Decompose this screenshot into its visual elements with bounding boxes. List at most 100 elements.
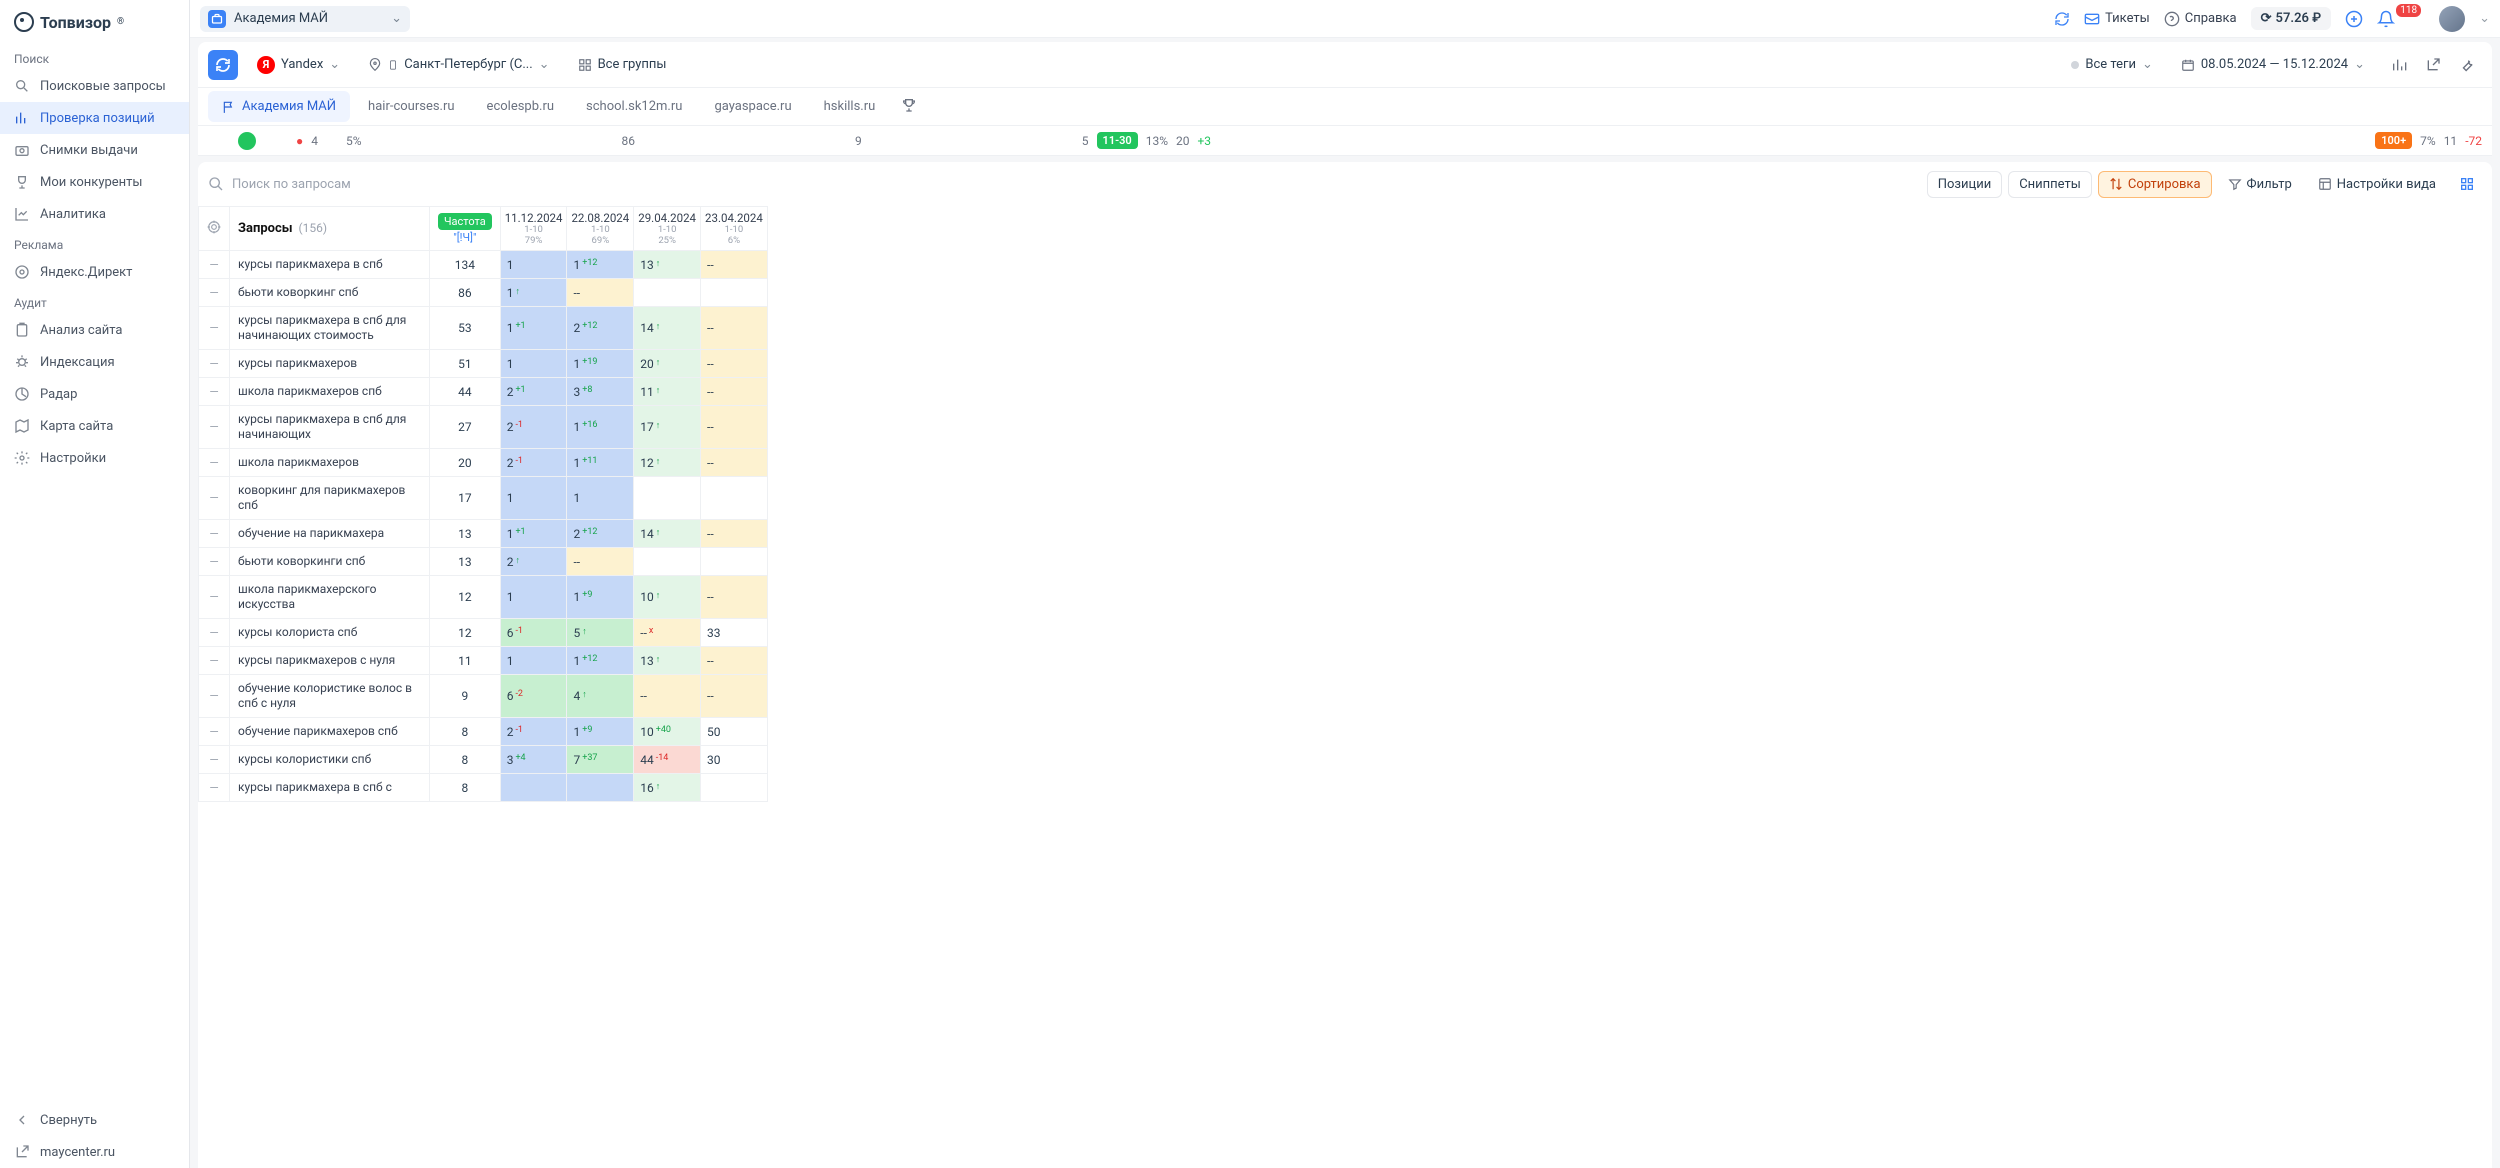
position-cell: 1 <box>500 647 567 675</box>
table-row[interactable]: —бьюти коворкинги спб132↑-- <box>199 548 768 576</box>
snippets-tab[interactable]: Сниппеты <box>2008 171 2092 198</box>
row-handle[interactable]: — <box>199 378 230 406</box>
chart-icon[interactable] <box>2384 50 2414 80</box>
row-handle[interactable]: — <box>199 576 230 619</box>
sort-button[interactable]: Сортировка <box>2098 171 2212 198</box>
nav-item[interactable]: Настройки <box>0 442 189 474</box>
engine-selector[interactable]: ЯYandex⌄ <box>248 51 349 79</box>
row-handle[interactable]: — <box>199 718 230 746</box>
notifications[interactable]: 118 <box>2377 10 2425 28</box>
wrench-icon[interactable] <box>2452 50 2482 80</box>
positions-tab[interactable]: Позиции <box>1927 171 2003 198</box>
col-frequency[interactable]: Частота"[!Ч]" <box>430 207 501 251</box>
target-icon[interactable] <box>199 207 230 251</box>
competitor-tab[interactable]: school.sk12m.ru <box>572 91 696 122</box>
freq-cell: 9 <box>430 675 501 718</box>
competitor-tab[interactable]: ecolespb.ru <box>473 91 568 122</box>
help-link[interactable]: Справка <box>2164 11 2237 27</box>
table-toolbar: Поиск по запросам Позиции Сниппеты Сорти… <box>198 162 2492 206</box>
row-handle[interactable]: — <box>199 774 230 802</box>
table-row[interactable]: —курсы колориста спб126-15↑--x33 <box>199 619 768 647</box>
row-handle[interactable]: — <box>199 548 230 576</box>
nav-item[interactable]: Анализ сайта <box>0 314 189 346</box>
nav-item[interactable]: Радар <box>0 378 189 410</box>
competitor-tab[interactable]: Академия МАЙ <box>208 91 350 122</box>
row-handle[interactable]: — <box>199 406 230 449</box>
groups-selector[interactable]: Все группы <box>569 52 676 77</box>
position-cell: -- <box>701 251 768 279</box>
row-handle[interactable]: — <box>199 477 230 520</box>
tags-selector[interactable]: Все теги⌄ <box>2062 52 2162 77</box>
table-row[interactable]: —обучение колористике волос в спб с нуля… <box>199 675 768 718</box>
nav-item[interactable]: Снимки выдачи <box>0 134 189 166</box>
refresh-button[interactable] <box>208 50 238 80</box>
view-settings[interactable]: Настройки вида <box>2308 172 2446 197</box>
tickets-link[interactable]: Тикеты <box>2084 11 2150 27</box>
table-row[interactable]: —обучение на парикмахера131+12+1214↑-- <box>199 520 768 548</box>
nav-item[interactable]: Поисковые запросы <box>0 70 189 102</box>
row-handle[interactable]: — <box>199 350 230 378</box>
position-cell <box>701 477 768 520</box>
nav-item[interactable]: Проверка позиций <box>0 102 189 134</box>
row-handle[interactable]: — <box>199 307 230 350</box>
table-row[interactable]: —курсы парикмахера в спб для начинающих2… <box>199 406 768 449</box>
export-icon[interactable] <box>2418 50 2448 80</box>
row-handle[interactable]: — <box>199 520 230 548</box>
table-row[interactable]: —курсы парикмахеров с нуля1111+1213↑-- <box>199 647 768 675</box>
row-handle[interactable]: — <box>199 279 230 307</box>
query-cell: школа парикмахерского искусства <box>230 576 430 619</box>
logo[interactable]: Топвизор® <box>0 0 189 44</box>
nav-item[interactable]: Карта сайта <box>0 410 189 442</box>
col-date-0[interactable]: 11.12.20241-1079% <box>500 207 567 251</box>
nav-footer-item[interactable]: Свернуть <box>0 1104 189 1136</box>
region-selector[interactable]: Санкт-Петербург (С...⌄ <box>359 52 558 77</box>
competitor-tab[interactable]: gayaspace.ru <box>700 91 805 122</box>
col-date-3[interactable]: 23.04.20241-106% <box>701 207 768 251</box>
table-row[interactable]: —курсы парикмахера в спб13411+1213↑-- <box>199 251 768 279</box>
row-handle[interactable]: — <box>199 746 230 774</box>
table-row[interactable]: —школа парикмахеров202-11+1112↑-- <box>199 449 768 477</box>
table-row[interactable]: —школа парикмахерского искусства1211+910… <box>199 576 768 619</box>
table-row[interactable]: —обучение парикмахеров спб82-11+910+4050 <box>199 718 768 746</box>
col-queries[interactable]: Запросы(156) <box>230 207 430 251</box>
search-input[interactable]: Поиск по запросам <box>208 176 1917 192</box>
balance[interactable]: ⟳ 57.26 ₽ <box>2251 7 2332 30</box>
table-row[interactable]: —курсы парикмахера в спб с816↑ <box>199 774 768 802</box>
expand-icon[interactable] <box>2452 169 2482 199</box>
avatar[interactable] <box>2439 6 2465 32</box>
position-cell <box>500 774 567 802</box>
arrow-down-icon: ● <box>296 134 303 148</box>
nav-item[interactable]: Индексация <box>0 346 189 378</box>
chevron-down-icon: ⌄ <box>539 57 550 72</box>
row-handle[interactable]: — <box>199 251 230 279</box>
col-date-1[interactable]: 22.08.20241-1069% <box>567 207 634 251</box>
competitor-tab[interactable]: hskills.ru <box>810 91 890 122</box>
table-row[interactable]: —курсы парикмахеров5111+1920↑-- <box>199 350 768 378</box>
nav-item[interactable]: Аналитика <box>0 198 189 230</box>
col-date-2[interactable]: 29.04.20241-1025% <box>634 207 701 251</box>
competitor-tab[interactable]: hair-courses.ru <box>354 91 469 122</box>
position-cell: 3+8 <box>567 378 634 406</box>
row-handle[interactable]: — <box>199 675 230 718</box>
table-row[interactable]: —курсы колористики спб83+47+3744-1430 <box>199 746 768 774</box>
trophy-icon[interactable] <box>901 97 917 117</box>
position-cell: 10↑ <box>634 576 701 619</box>
table-row[interactable]: —бьюти коворкинг спб861↑-- <box>199 279 768 307</box>
chevron-down-icon[interactable]: ⌄ <box>2479 11 2490 26</box>
row-handle[interactable]: — <box>199 619 230 647</box>
nav-item[interactable]: Мои конкуренты <box>0 166 189 198</box>
date-range[interactable]: 08.05.2024 — 15.12.2024⌄ <box>2172 52 2374 77</box>
row-handle[interactable]: — <box>199 449 230 477</box>
project-selector[interactable]: Академия МАЙ ⌄ <box>200 6 410 32</box>
tag-dot-icon <box>2071 61 2079 69</box>
table-row[interactable]: —коворкинг для парикмахеров спб1711 <box>199 477 768 520</box>
position-cell: 3+4 <box>500 746 567 774</box>
table-row[interactable]: —курсы парикмахера в спб для начинающих … <box>199 307 768 350</box>
table-row[interactable]: —школа парикмахеров спб442+13+811↑-- <box>199 378 768 406</box>
nav-item[interactable]: Яндекс.Директ <box>0 256 189 288</box>
add-button[interactable] <box>2345 10 2363 28</box>
row-handle[interactable]: — <box>199 647 230 675</box>
sync-icon[interactable] <box>2054 11 2070 27</box>
filter-button[interactable]: Фильтр <box>2218 172 2302 197</box>
nav-footer-item[interactable]: maycenter.ru <box>0 1136 189 1168</box>
